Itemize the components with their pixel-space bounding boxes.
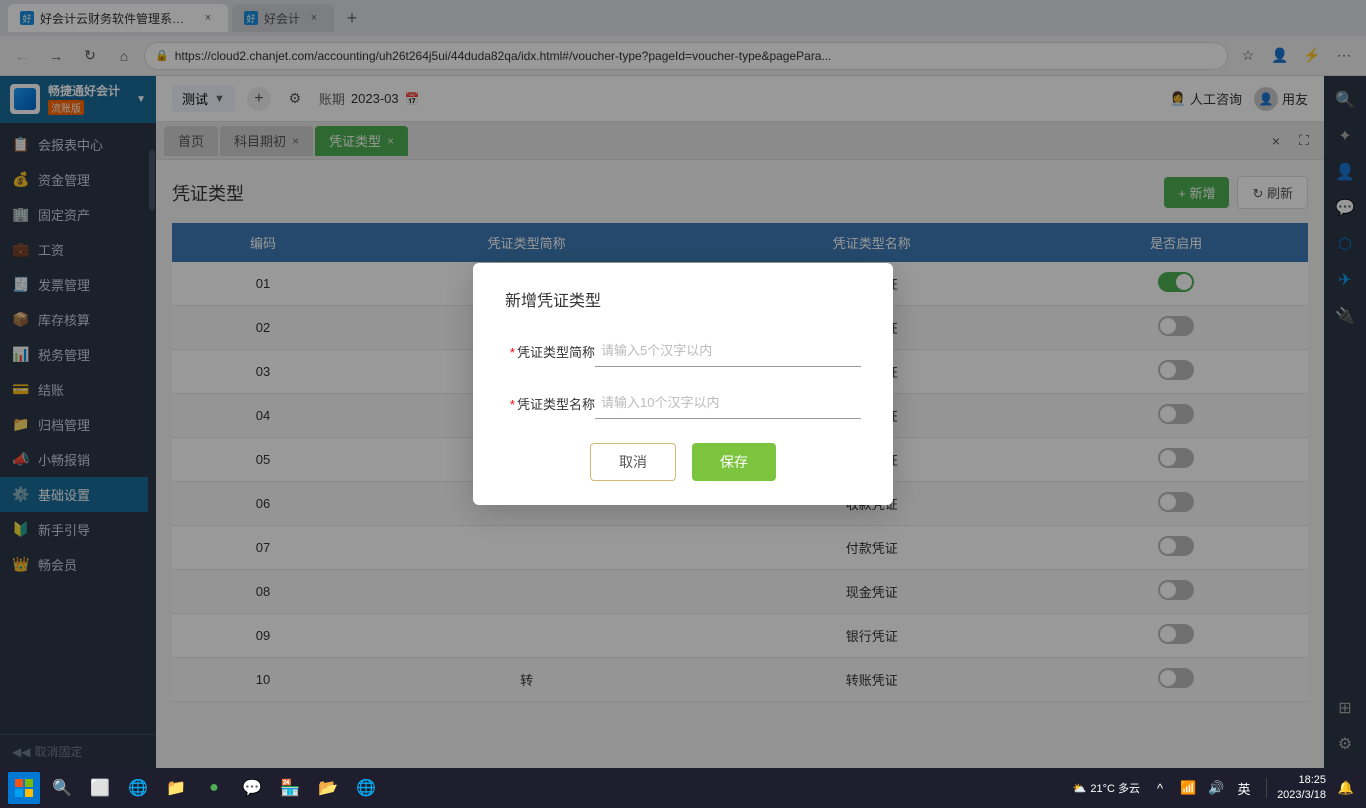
name-label: *凭证类型名称 xyxy=(505,394,595,413)
taskbar-search-btn[interactable]: 🔍 xyxy=(46,772,78,804)
weather-temp: 21°C 多云 xyxy=(1090,780,1140,796)
dialog-footer: 取消 保存 xyxy=(505,443,861,481)
taskbar-edge-btn[interactable]: 🌐 xyxy=(122,772,154,804)
taskbar: 🔍 ⬜ 🌐 📁 ● 💬 🏪 📂 🌐 ⛅ 21°C 多云 ^ 📶 🔊 英 18:2… xyxy=(0,768,1366,808)
required-star-name: * xyxy=(510,397,515,412)
dialog-title: 新增凭证类型 xyxy=(505,287,861,311)
dialog-overlay: 新增凭证类型 *凭证类型简称 *凭证类型名称 取消 保存 xyxy=(0,0,1366,768)
taskbar-volume-icon[interactable]: 🔊 xyxy=(1204,776,1228,800)
taskbar-network-icon[interactable]: 📶 xyxy=(1176,776,1200,800)
taskbar-arrow-up[interactable]: ^ xyxy=(1148,776,1172,800)
form-row-abbr: *凭证类型简称 xyxy=(505,335,861,367)
taskbar-appstore-btn[interactable]: 🏪 xyxy=(274,772,306,804)
taskbar-lang-btn[interactable]: 英 xyxy=(1232,776,1256,800)
name-input[interactable] xyxy=(595,387,861,419)
abbr-input[interactable] xyxy=(595,335,861,367)
required-star-abbr: * xyxy=(510,345,515,360)
taskbar-browser2-btn[interactable]: 🌐 xyxy=(350,772,382,804)
taskbar-file-btn[interactable]: 📁 xyxy=(160,772,192,804)
abbr-label: *凭证类型简称 xyxy=(505,342,595,361)
form-row-name: *凭证类型名称 xyxy=(505,387,861,419)
clock-date: 2023/3/18 xyxy=(1277,788,1326,803)
taskbar-chrome-btn[interactable]: ● xyxy=(198,772,230,804)
taskbar-system-icons: ^ 📶 🔊 英 xyxy=(1148,776,1256,800)
cancel-button[interactable]: 取消 xyxy=(590,443,676,481)
start-button[interactable] xyxy=(8,772,40,804)
taskbar-notification-btn[interactable]: 🔔 xyxy=(1334,776,1358,800)
save-button[interactable]: 保存 xyxy=(692,443,776,481)
taskbar-folder-btn[interactable]: 📂 xyxy=(312,772,344,804)
taskbar-right: ⛅ 21°C 多云 ^ 📶 🔊 英 18:25 2023/3/18 🔔 xyxy=(1073,773,1358,804)
clock-time: 18:25 xyxy=(1277,773,1326,788)
taskbar-weather: ⛅ 21°C 多云 xyxy=(1073,780,1140,796)
weather-icon: ⛅ xyxy=(1073,782,1087,795)
taskbar-clock[interactable]: 18:25 2023/3/18 xyxy=(1277,773,1326,804)
add-voucher-type-dialog: 新增凭证类型 *凭证类型简称 *凭证类型名称 取消 保存 xyxy=(473,263,893,505)
taskbar-view-btn[interactable]: ⬜ xyxy=(84,772,116,804)
taskbar-wechat-btn[interactable]: 💬 xyxy=(236,772,268,804)
